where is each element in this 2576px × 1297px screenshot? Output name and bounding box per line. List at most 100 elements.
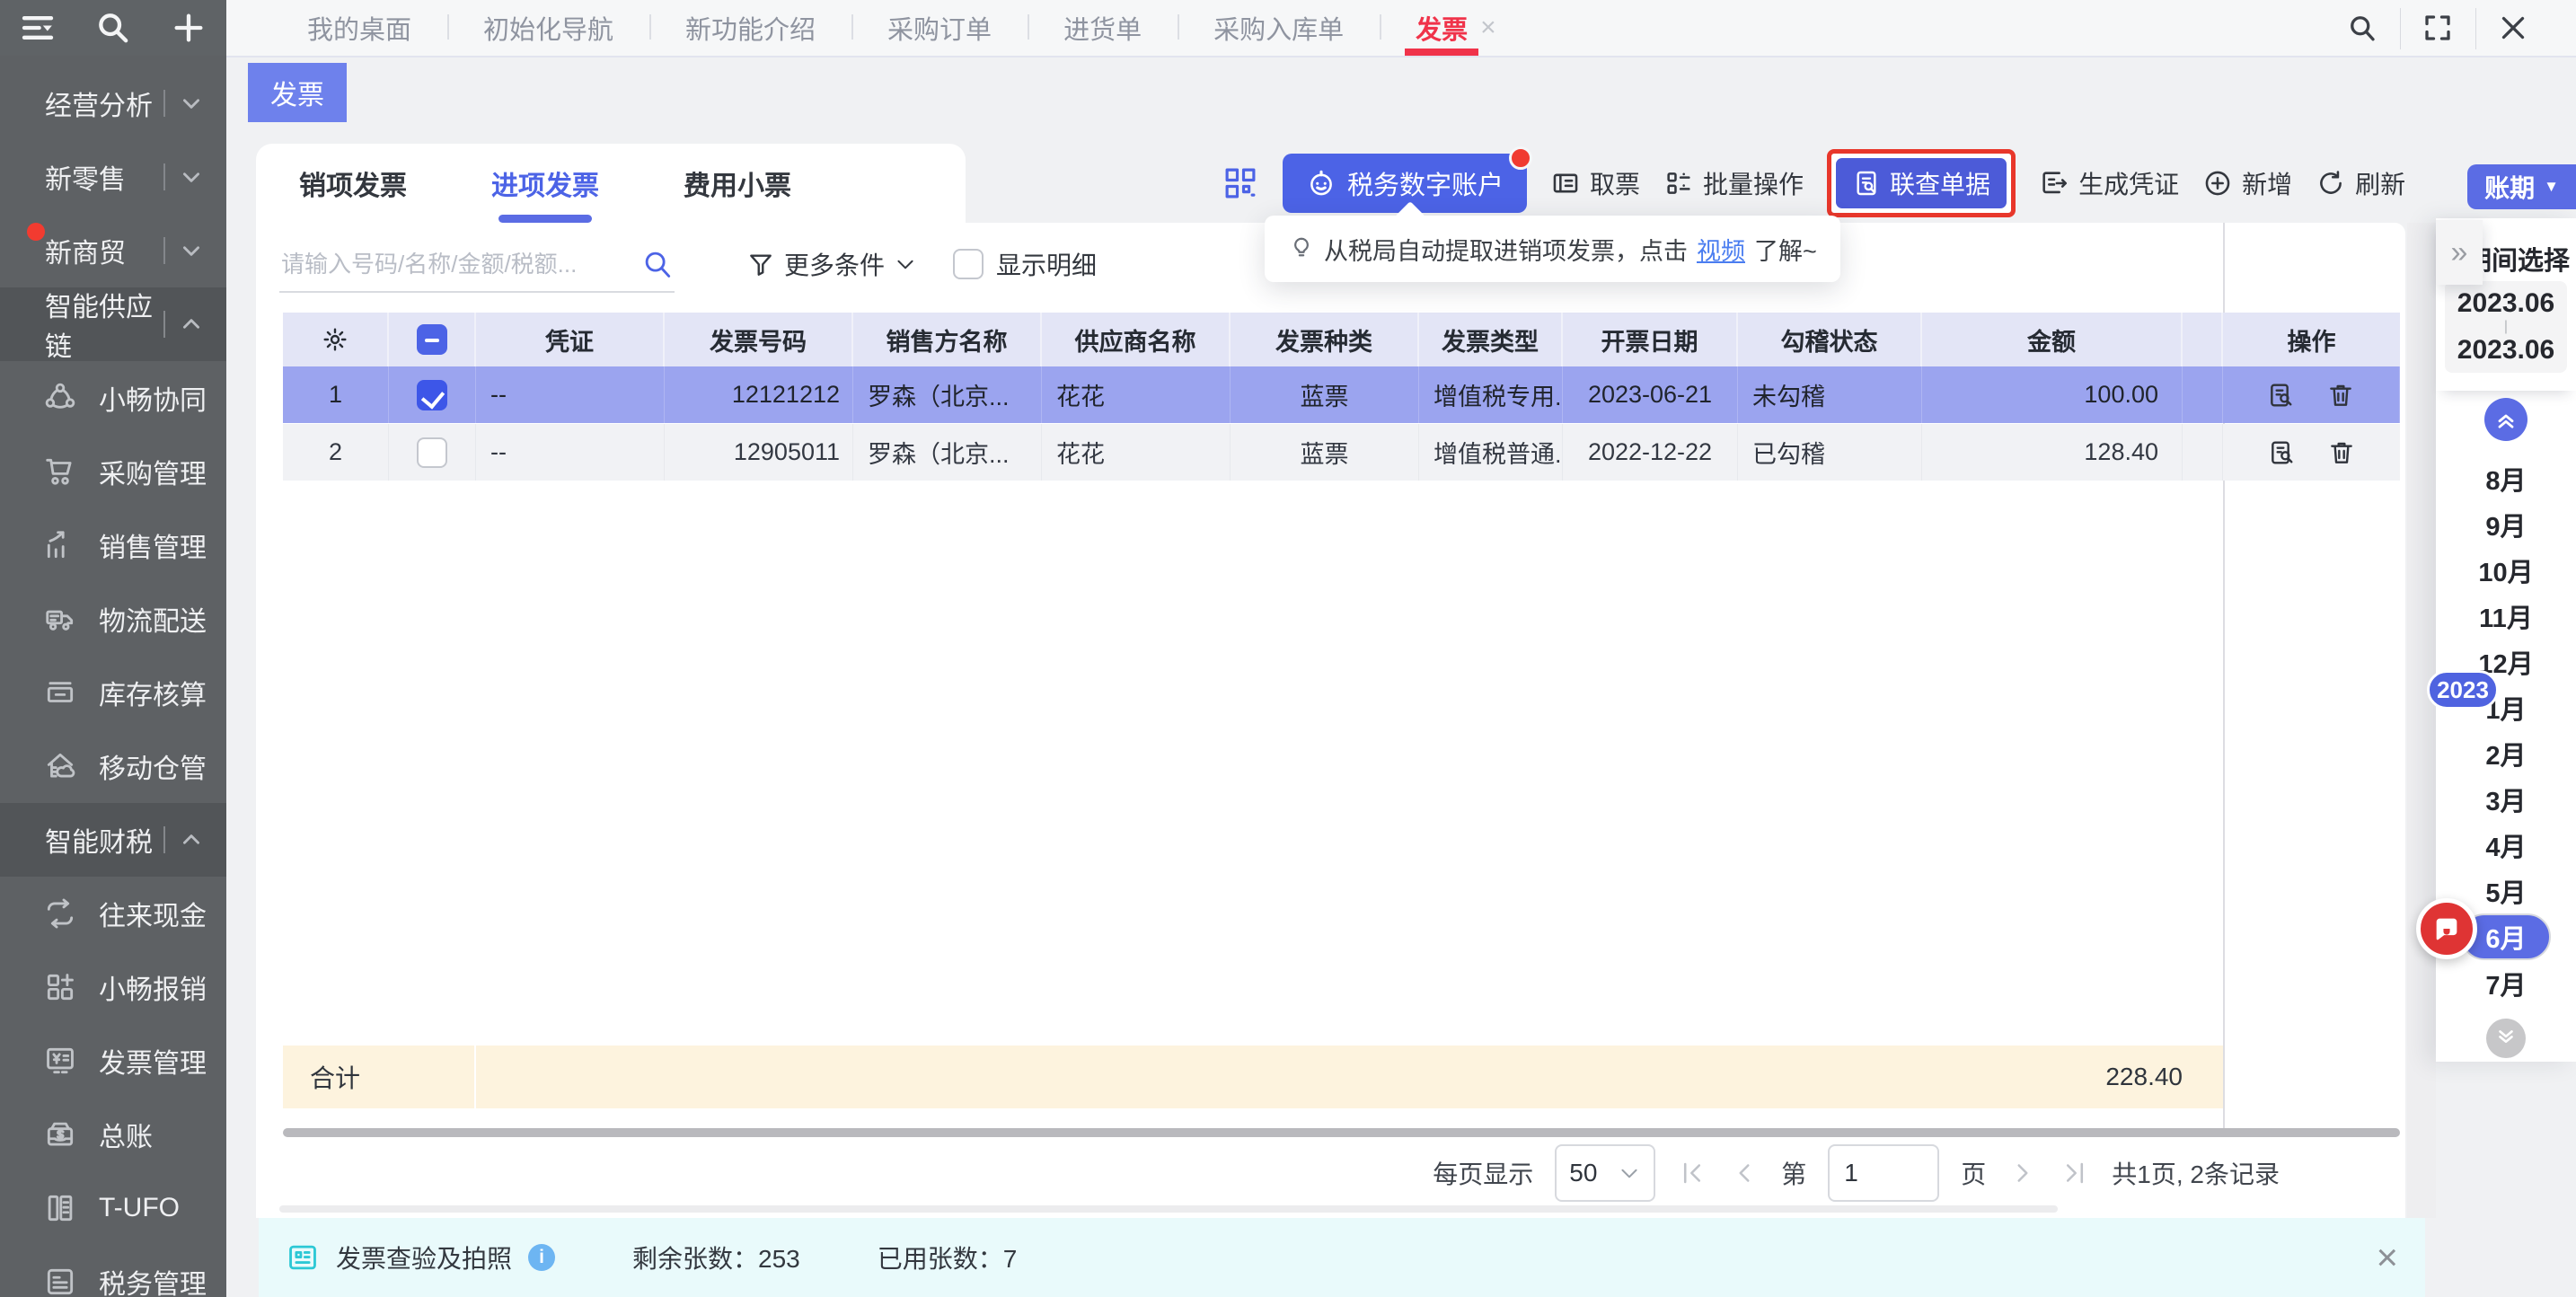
show-detail-checkbox[interactable] — [953, 249, 984, 279]
column-header-actions[interactable]: 操作 — [2223, 313, 2400, 366]
add-new-button[interactable]: 新增 — [2202, 165, 2292, 201]
cell-voucher: -- — [476, 366, 665, 423]
column-header[interactable]: 发票种类 — [1231, 313, 1419, 366]
month-item[interactable]: 3月 — [2461, 776, 2551, 822]
last-page-icon[interactable] — [2060, 1158, 2090, 1188]
period-range-box[interactable]: 2023.06 | 2023.06 — [2445, 281, 2567, 373]
window-tab-purchase-inbound[interactable]: 采购入库单 — [1178, 0, 1380, 56]
sidebar-item-sales-mgmt[interactable]: 销售管理 — [0, 508, 226, 582]
tab-close-icon[interactable]: × — [1480, 13, 1496, 43]
sidebar-item-tax-mgmt[interactable]: 税务管理 — [0, 1245, 226, 1297]
row-checkbox[interactable] — [417, 437, 447, 468]
window-tab-desktop[interactable]: 我的桌面 — [271, 0, 447, 56]
month-item[interactable]: 4月 — [2461, 822, 2551, 868]
sidebar-section-business-analysis[interactable]: 经营分析 — [0, 66, 226, 140]
window-tab-new-features[interactable]: 新功能介绍 — [649, 0, 851, 56]
info-icon[interactable]: i — [528, 1244, 555, 1271]
top-left-quickbar — [0, 0, 226, 56]
collapse-panel-button[interactable]: » — [2436, 220, 2483, 285]
sidebar-item-expense[interactable]: 小畅报销 — [0, 950, 226, 1024]
sidebar-item-inventory[interactable]: 库存核算 — [0, 656, 226, 729]
sidebar-section-new-trade[interactable]: 新商贸 — [0, 214, 226, 287]
column-header[interactable]: 发票号码 — [665, 313, 853, 366]
column-header[interactable]: 金额 — [1922, 313, 2183, 366]
period-button[interactable]: 账期 ▼ — [2467, 164, 2576, 209]
get-ticket-button[interactable]: 取票 — [1550, 165, 1640, 201]
tab-sales-invoice[interactable]: 销项发票 — [299, 163, 407, 203]
next-page-icon[interactable] — [2007, 1158, 2038, 1188]
outer-horizontal-scrollbar[interactable] — [279, 1205, 2058, 1213]
sidebar-item-mobile-warehouse[interactable]: 移动仓管 — [0, 729, 226, 803]
generate-voucher-button[interactable]: 生成凭证 — [2039, 165, 2179, 201]
fullscreen-button[interactable] — [2400, 12, 2475, 44]
trash-icon[interactable] — [2327, 438, 2356, 467]
row-checkbox[interactable] — [417, 380, 447, 410]
page-number-input[interactable] — [1828, 1144, 1939, 1202]
scan-qr-button[interactable] — [1222, 164, 1259, 202]
tax-digital-account-button[interactable]: 税务数字账户 — [1283, 154, 1527, 213]
sidebar-item-purchase-mgmt[interactable]: 采购管理 — [0, 435, 226, 508]
sidebar-section-smart-finance-tax[interactable]: 智能财税 — [0, 803, 226, 877]
sidebar-section-new-retail[interactable]: 新零售 — [0, 140, 226, 214]
sidebar-item-label: 采购管理 — [99, 452, 207, 491]
month-item[interactable]: 2月 — [2461, 730, 2551, 776]
refresh-button[interactable]: 刷新 — [2316, 165, 2405, 201]
tab-input-invoice-active[interactable]: 进项发票 — [491, 163, 599, 203]
sidebar-section-smart-supply-chain[interactable]: 智能供应链 — [0, 287, 226, 361]
window-tab-purchase-order[interactable]: 采购订单 — [851, 0, 1028, 56]
column-settings[interactable] — [283, 313, 389, 366]
scroll-months-up-button[interactable] — [2484, 398, 2527, 441]
window-tab-incoming[interactable]: 进货单 — [1028, 0, 1178, 56]
column-header[interactable]: 勾稽状态 — [1738, 313, 1922, 366]
table-row[interactable]: 2 -- 12905011 罗森（北京... 花花 蓝票 增值税普通... 20… — [283, 424, 2400, 481]
column-header[interactable]: 发票类型 — [1419, 313, 1563, 366]
select-all-checkbox[interactable] — [417, 324, 447, 355]
row-select-cell — [389, 366, 476, 423]
truck-icon — [43, 602, 77, 636]
sidebar-item-general-ledger[interactable]: 总账 — [0, 1098, 226, 1171]
row-index: 2 — [283, 424, 389, 481]
month-item[interactable]: 9月 — [2461, 501, 2551, 547]
window-tab-init-nav[interactable]: 初始化导航 — [447, 0, 649, 56]
view-doc-icon[interactable] — [2267, 381, 2296, 410]
show-detail-toggle[interactable]: 显示明细 — [953, 237, 1097, 291]
column-header[interactable]: 开票日期 — [1563, 313, 1738, 366]
prev-page-icon[interactable] — [1729, 1158, 1760, 1188]
month-item[interactable]: 10月 — [2461, 547, 2551, 593]
sidebar-item-collab[interactable]: 小畅协同 — [0, 361, 226, 435]
month-item[interactable]: 11月 — [2461, 593, 2551, 639]
search-input[interactable] — [279, 250, 640, 279]
search-icon[interactable] — [95, 10, 131, 46]
window-tab-invoice-active[interactable]: 发票 × — [1380, 0, 1532, 56]
trash-icon[interactable] — [2326, 381, 2355, 410]
per-page-select[interactable]: 50 — [1555, 1144, 1655, 1202]
plus-icon[interactable] — [171, 10, 207, 46]
feedback-chat-button[interactable] — [2416, 898, 2477, 959]
first-page-icon[interactable] — [1677, 1158, 1707, 1188]
column-header[interactable]: 销售方名称 — [853, 313, 1042, 366]
month-item[interactable]: 8月 — [2461, 455, 2551, 501]
month-item[interactable]: 5月 — [2461, 868, 2551, 913]
scroll-months-down-button[interactable] — [2486, 1019, 2526, 1058]
sidebar-item-logistics[interactable]: 物流配送 — [0, 582, 226, 656]
tab-expense-receipt[interactable]: 费用小票 — [684, 163, 791, 203]
close-window-button[interactable] — [2475, 12, 2551, 44]
table-row[interactable]: 1 -- 12121212 罗森（北京... 花花 蓝票 增值税专用... 20… — [283, 366, 2400, 423]
sidebar-item-cash-flows[interactable]: 往来现金 — [0, 877, 226, 950]
close-bar-icon[interactable]: × — [2376, 1239, 2398, 1276]
sidebar-item-t-ufo[interactable]: T-UFO — [0, 1171, 226, 1245]
menu-icon[interactable] — [20, 10, 56, 46]
view-doc-icon[interactable] — [2268, 438, 2297, 467]
more-filters-button[interactable]: 更多条件 — [746, 237, 917, 291]
month-item[interactable]: 7月 — [2461, 960, 2551, 1006]
video-link[interactable]: 视频 — [1697, 232, 1745, 267]
linked-docs-button[interactable]: 联查单据 — [1836, 158, 2007, 208]
column-header[interactable]: 凭证 — [476, 313, 665, 366]
search-icon[interactable] — [640, 247, 675, 281]
column-header[interactable]: 供应商名称 — [1042, 313, 1231, 366]
horizontal-scrollbar[interactable] — [283, 1128, 2400, 1137]
sidebar-item-invoice-mgmt[interactable]: 发票管理 — [0, 1024, 226, 1098]
global-search-button[interactable] — [2325, 12, 2400, 44]
batch-actions-button[interactable]: 批量操作 — [1663, 165, 1804, 201]
scroll-track[interactable] — [2407, 223, 2436, 1218]
